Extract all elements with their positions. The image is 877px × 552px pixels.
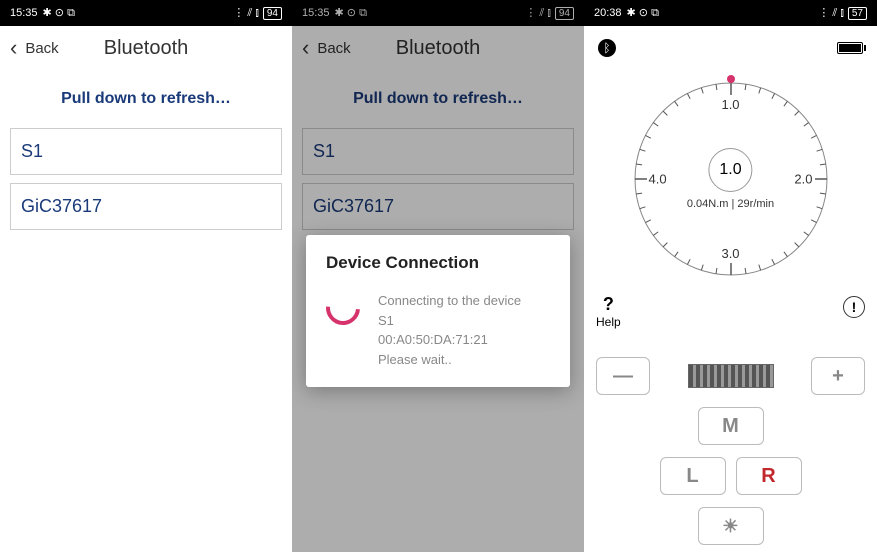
modal-title: Device Connection — [326, 253, 550, 273]
torque-slider[interactable] — [660, 357, 801, 395]
minus-button[interactable]: — — [596, 357, 650, 395]
modal-message: Connecting to the device S1 00:A0:50:DA:… — [378, 291, 521, 369]
torque-gauge: 1.0 2.0 3.0 4.0 1.0 0.04N.m | 29r/min — [631, 79, 831, 279]
warning-icon[interactable]: ! — [843, 296, 865, 318]
gauge-indicator-dot — [727, 75, 735, 83]
back-button[interactable]: Back — [25, 40, 58, 57]
loading-spinner-icon — [319, 284, 367, 332]
status-bar: 20:38✱ ⊙ ⧉ ⋮ ⫽ ⫾57 — [584, 0, 877, 26]
battery-icon — [837, 42, 863, 54]
back-icon[interactable]: ‹ — [10, 35, 17, 61]
left-button[interactable]: L — [660, 457, 726, 495]
nav-bar: ‹ Back Bluetooth — [0, 26, 292, 70]
gauge-subtitle: 0.04N.m | 29r/min — [687, 198, 774, 210]
mode-button[interactable]: M — [698, 407, 764, 445]
app-bar: ᛒ — [584, 29, 877, 67]
bluetooth-icon: ᛒ — [598, 39, 616, 57]
status-bar: 15:35✱ ⊙ ⧉ ⋮ ⫽ ⫾94 — [0, 0, 292, 26]
connection-modal: Device Connection Connecting to the devi… — [306, 235, 570, 387]
screen-bluetooth-list: 15:35✱ ⊙ ⧉ ⋮ ⫽ ⫾94 ‹ Back Bluetooth Pull… — [0, 0, 292, 552]
page-title: Bluetooth — [104, 37, 189, 60]
gauge-value: 1.0 — [708, 148, 752, 192]
right-button[interactable]: R — [736, 457, 802, 495]
pull-refresh-label: Pull down to refresh… — [0, 70, 292, 128]
device-row[interactable]: S1 — [10, 128, 282, 175]
plus-button[interactable]: + — [811, 357, 865, 395]
screen-torque-control: 20:38✱ ⊙ ⧉ ⋮ ⫽ ⫾57 ᛒ 1.0 2.0 3.0 4.0 1.0… — [584, 0, 877, 552]
light-button[interactable]: ☀ — [698, 507, 764, 545]
help-button[interactable]: ? Help — [596, 294, 621, 329]
screen-bluetooth-connecting: 15:35✱ ⊙ ⧉ ⋮ ⫽ ⫾94 ‹ Back Bluetooth Pull… — [292, 0, 584, 552]
device-row[interactable]: GiC37617 — [10, 183, 282, 230]
